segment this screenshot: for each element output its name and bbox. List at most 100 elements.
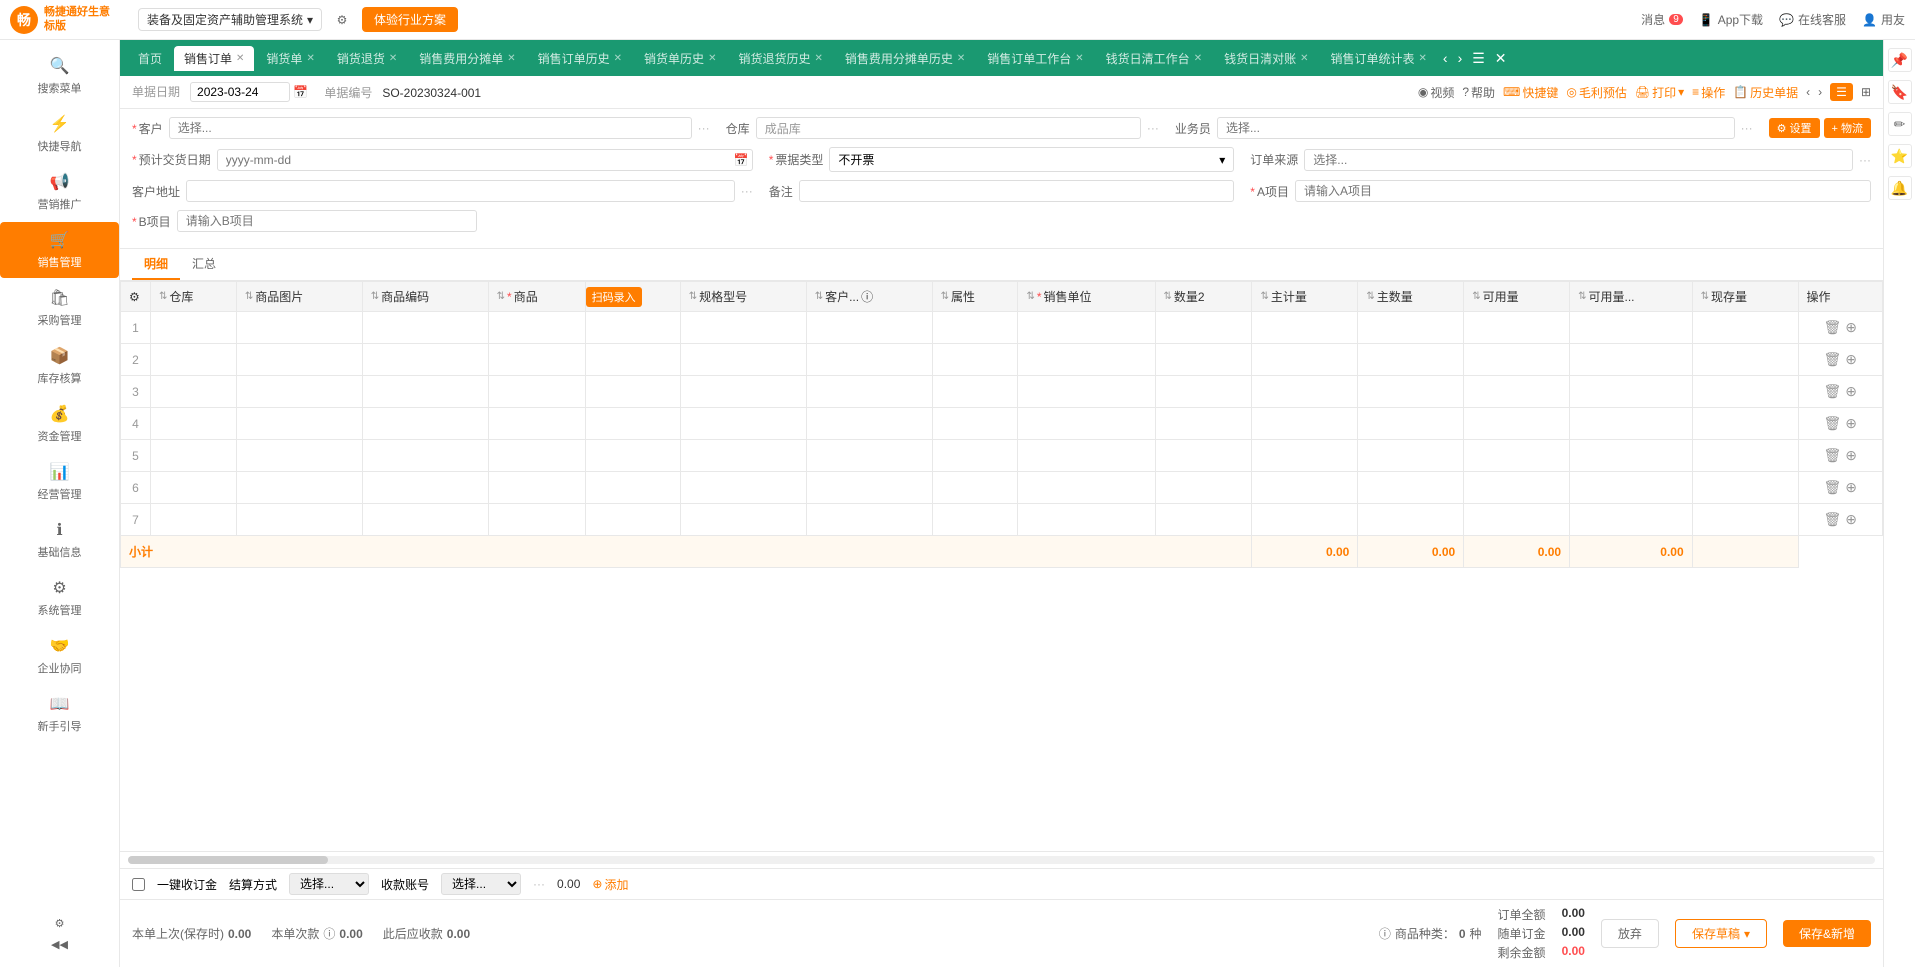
row3-unit[interactable]: [1018, 376, 1155, 408]
th-product-code[interactable]: 商品编码: [362, 282, 488, 312]
customer-dots[interactable]: ···: [698, 121, 710, 135]
order-source-input[interactable]: [1304, 149, 1853, 171]
tab-next-btn[interactable]: ›: [1454, 48, 1467, 68]
tab-sales-stats[interactable]: 销售订单统计表 ✕: [1320, 46, 1436, 71]
tab-sales-workbench[interactable]: 销售订单工作台 ✕: [977, 46, 1093, 71]
row2-qty2[interactable]: [1155, 344, 1252, 376]
a-project-input[interactable]: [1295, 180, 1871, 202]
tab-close-icon[interactable]: ✕: [236, 53, 244, 64]
row2-main-qty[interactable]: [1358, 344, 1464, 376]
delete-icon-6[interactable]: 🗑: [1824, 479, 1842, 496]
delete-icon-4[interactable]: 🗑: [1824, 415, 1842, 432]
tab-close-icon-3[interactable]: ✕: [389, 53, 397, 64]
sidebar-item-sales[interactable]: 🛒 销售管理: [0, 222, 119, 278]
tab-menu-btn[interactable]: ☰: [1468, 48, 1489, 69]
th-product[interactable]: *商品: [488, 282, 585, 312]
prev-record-btn[interactable]: ‹: [1806, 85, 1810, 99]
delete-icon-3[interactable]: 🗑: [1824, 383, 1842, 400]
row2-spec[interactable]: [680, 344, 806, 376]
tab-close-icon-5[interactable]: ✕: [614, 53, 622, 64]
tab-daily-workbench[interactable]: 钱货日清工作台 ✕: [1096, 46, 1212, 71]
app-download[interactable]: 📱 App下载: [1699, 11, 1763, 28]
th-main-unit[interactable]: 主计量: [1252, 282, 1358, 312]
row1-attr[interactable]: [932, 312, 1018, 344]
row1-spec[interactable]: [680, 312, 806, 344]
tab-close-icon-10[interactable]: ✕: [1194, 53, 1202, 64]
system-selector[interactable]: 装备及固定资产辅助管理系统 ▾: [138, 8, 322, 31]
user-avatar[interactable]: 👤 用友: [1862, 11, 1905, 28]
row1-qty2[interactable]: [1155, 312, 1252, 344]
online-service[interactable]: 💬 在线客服: [1779, 11, 1846, 28]
th-available2[interactable]: 可用量...: [1570, 282, 1693, 312]
sidebar-settings-btn[interactable]: ⚙: [55, 917, 65, 930]
row3-spec[interactable]: [680, 376, 806, 408]
settings-icon[interactable]: ⚙: [330, 8, 354, 32]
row1-unit[interactable]: [1018, 312, 1155, 344]
right-pin-icon[interactable]: 📌: [1888, 48, 1912, 72]
right-star-icon[interactable]: ⭐: [1888, 144, 1912, 168]
b-project-input[interactable]: [177, 210, 477, 232]
grid-view-btn[interactable]: ⊞: [1861, 85, 1871, 99]
copy-icon-4[interactable]: ⊕: [1845, 415, 1857, 432]
tab-detail[interactable]: 明细: [132, 249, 180, 280]
scan-button[interactable]: 扫码录入: [586, 287, 642, 307]
tab-close-all-btn[interactable]: ✕: [1491, 48, 1511, 69]
notifications[interactable]: 消息 9: [1641, 11, 1683, 28]
print-btn[interactable]: 🖨 打印 ▾: [1635, 84, 1684, 101]
discard-button[interactable]: 放弃: [1601, 919, 1659, 948]
tab-home[interactable]: 首页: [128, 46, 172, 71]
warehouse-input[interactable]: [756, 117, 1141, 139]
notes-input[interactable]: [799, 180, 1235, 202]
sidebar-item-guide[interactable]: 📖 新手引导: [0, 686, 119, 742]
th-customer-code[interactable]: 客户... ⓘ: [806, 282, 932, 312]
warehouse-dots[interactable]: ···: [1147, 121, 1159, 135]
copy-icon-7[interactable]: ⊕: [1845, 511, 1857, 528]
copy-icon-2[interactable]: ⊕: [1845, 351, 1857, 368]
customer-input[interactable]: [169, 117, 692, 139]
row1-warehouse[interactable]: [151, 312, 237, 344]
th-product-image[interactable]: 商品图片: [236, 282, 362, 312]
tab-daily-reconcile[interactable]: 钱货日清对账 ✕: [1214, 46, 1318, 71]
sidebar-item-operation[interactable]: 📊 经营管理: [0, 454, 119, 510]
th-stock[interactable]: 现存量: [1692, 282, 1798, 312]
tab-close-icon-6[interactable]: ✕: [708, 53, 716, 64]
tab-close-icon-2[interactable]: ✕: [306, 53, 314, 64]
row2-warehouse[interactable]: [151, 344, 237, 376]
tab-close-icon-4[interactable]: ✕: [507, 53, 515, 64]
tab-sales-order[interactable]: 销售订单 ✕: [174, 46, 254, 71]
one-click-payment-checkbox[interactable]: [132, 878, 145, 891]
view-btn[interactable]: ◉ 视频: [1418, 84, 1455, 101]
sidebar-item-search[interactable]: 🔍 搜索菜单: [0, 48, 119, 104]
row1-product[interactable]: [488, 312, 585, 344]
row2-unit[interactable]: [1018, 344, 1155, 376]
right-edit-icon[interactable]: ✏: [1888, 112, 1912, 136]
th-spec[interactable]: 规格型号: [680, 282, 806, 312]
add-item-btn[interactable]: + 物流: [1824, 118, 1871, 138]
account-dots[interactable]: ···: [533, 877, 545, 891]
th-warehouse[interactable]: 仓库: [151, 282, 237, 312]
delete-icon-7[interactable]: 🗑: [1824, 511, 1842, 528]
tab-close-icon-9[interactable]: ✕: [1075, 53, 1083, 64]
sidebar-item-purchase[interactable]: 🛍 采购管理: [0, 280, 119, 336]
tab-sales-invoice[interactable]: 销货单 ✕: [256, 46, 324, 71]
delete-icon-5[interactable]: 🗑: [1824, 447, 1842, 464]
salesperson-input[interactable]: [1217, 117, 1735, 139]
save-new-button[interactable]: 保存&新增: [1783, 920, 1871, 947]
sidebar-item-basic[interactable]: ℹ 基础信息: [0, 512, 119, 568]
customer-address-input[interactable]: [186, 180, 735, 202]
account-select[interactable]: 选择...: [441, 873, 521, 895]
tab-invoice-history[interactable]: 销货单历史 ✕: [634, 46, 726, 71]
date-input[interactable]: [190, 82, 290, 102]
th-attributes[interactable]: 属性: [932, 282, 1018, 312]
copy-icon-1[interactable]: ⊕: [1845, 319, 1857, 336]
row3-cust-code[interactable]: [806, 376, 932, 408]
row3-attr[interactable]: [932, 376, 1018, 408]
tab-close-icon-11[interactable]: ✕: [1300, 53, 1308, 64]
row2-cust-code[interactable]: [806, 344, 932, 376]
next-record-btn[interactable]: ›: [1818, 85, 1822, 99]
tab-summary[interactable]: 汇总: [180, 249, 228, 280]
tab-sales-order-history[interactable]: 销售订单历史 ✕: [528, 46, 632, 71]
th-main-qty[interactable]: 主数量: [1358, 282, 1464, 312]
delivery-date-input[interactable]: [217, 149, 753, 171]
help-btn[interactable]: ? 帮助: [1462, 84, 1495, 101]
